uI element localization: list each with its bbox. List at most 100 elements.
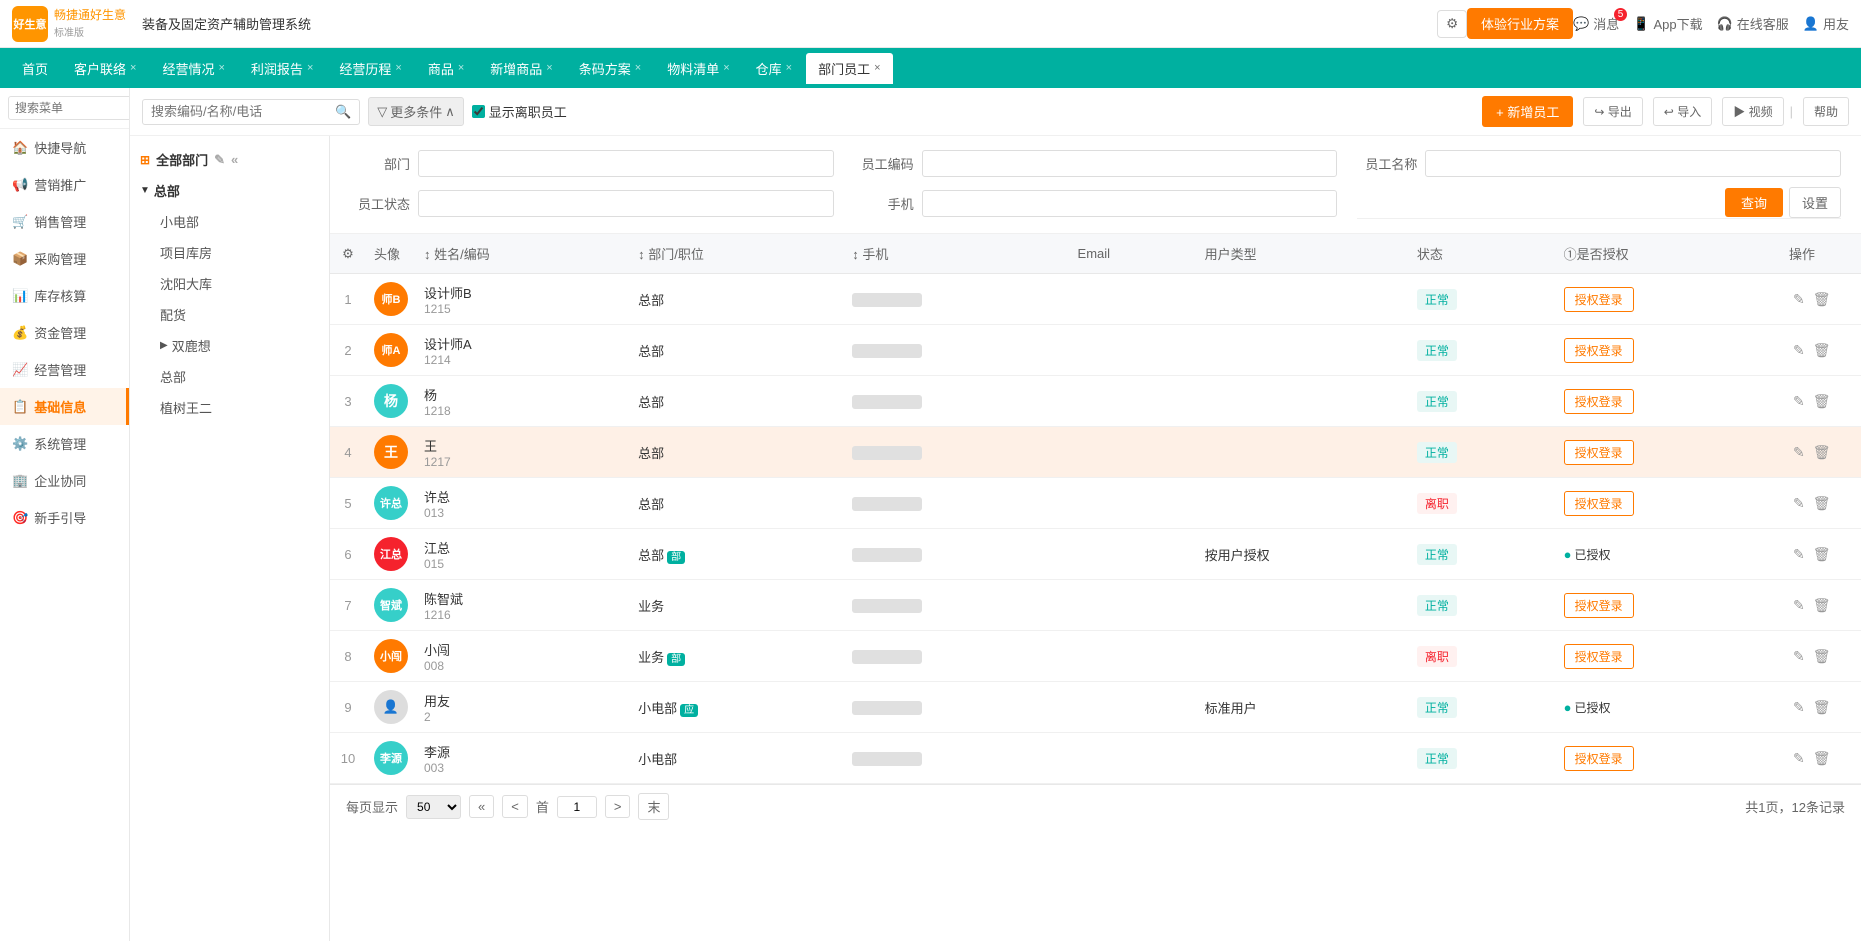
sidebar-item-marketing[interactable]: 📢 营销推广 [0,166,129,203]
user-action[interactable]: 👤 用友 [1803,14,1849,33]
sidebar-item-operations[interactable]: 📈 经营管理 [0,351,129,388]
gear-button[interactable]: ⚙ [1437,10,1467,38]
dept-group-root[interactable]: ▼ 总部 [130,175,329,206]
emp-name-input[interactable] [1425,150,1841,177]
tab-home[interactable]: 首页 [10,53,60,84]
view-button[interactable]: ▶ 视频 [1722,97,1783,126]
col-phone[interactable]: ↕ 手机 [844,234,1069,274]
sidebar-search-input[interactable] [8,96,130,120]
delete-button[interactable]: 🗑 [1809,544,1835,565]
close-icon[interactable]: × [635,62,641,74]
dept-item-peihuo[interactable]: 配货 [130,299,329,330]
delete-button[interactable]: 🗑 [1809,289,1835,310]
dept-item-zhishu[interactable]: 植树王二 [130,392,329,423]
help-button[interactable]: 帮助 [1803,97,1849,126]
tab-history[interactable]: 经营历程 × [327,53,413,84]
tab-goods[interactable]: 商品 × [416,53,476,84]
tab-new-goods[interactable]: 新增商品 × [478,53,564,84]
close-icon[interactable]: × [130,62,136,74]
col-name-code[interactable]: ↕ 姓名/编码 [416,234,630,274]
sidebar-item-finance[interactable]: 💰 资金管理 [0,314,129,351]
import-button[interactable]: ↩ 导入 [1653,97,1712,126]
edit-button[interactable]: ✎ [1789,748,1809,769]
sidebar-item-basic-info[interactable]: 📋 基础信息 [0,388,129,425]
close-icon[interactable]: × [546,62,552,74]
sidebar-item-purchase[interactable]: 📦 采购管理 [0,240,129,277]
edit-icon[interactable]: ✎ [214,152,225,168]
tab-profit[interactable]: 利润报告 × [239,53,325,84]
first-page-button[interactable]: « [469,795,494,818]
auth-login-button[interactable]: 授权登录 [1564,746,1634,771]
export-button[interactable]: ↪ 导出 [1583,97,1642,126]
delete-button[interactable]: 🗑 [1809,697,1835,718]
tab-business[interactable]: 经营情况 × [150,53,236,84]
sidebar-item-inventory[interactable]: 📊 库存核算 [0,277,129,314]
col-dept-pos[interactable]: ↕ 部门/职位 [630,234,844,274]
more-filter-button[interactable]: ▽ 更多条件 ∧ [368,97,464,126]
edit-button[interactable]: ✎ [1789,697,1809,718]
edit-button[interactable]: ✎ [1789,646,1809,667]
edit-button[interactable]: ✎ [1789,289,1809,310]
add-employee-button[interactable]: + 新增员工 [1482,96,1573,127]
auth-login-button[interactable]: 授权登录 [1564,593,1634,618]
edit-button[interactable]: ✎ [1789,340,1809,361]
close-icon[interactable]: × [786,62,792,74]
page-size-select[interactable]: 50 100 200 [406,795,461,819]
trial-button[interactable]: 体验行业方案 [1467,8,1573,39]
dept-item-project[interactable]: 项目库房 [130,237,329,268]
close-icon[interactable]: × [307,62,313,74]
delete-button[interactable]: 🗑 [1809,340,1835,361]
delete-button[interactable]: 🗑 [1809,646,1835,667]
sidebar-item-system[interactable]: ⚙️ 系统管理 [0,425,129,462]
dept-item-xiao-dian[interactable]: 小电部 [130,206,329,237]
dept-filter-select[interactable] [418,150,834,177]
sidebar-item-quick-nav[interactable]: 🏠 快捷导航 [0,129,129,166]
close-icon[interactable]: × [218,62,224,74]
dept-item-zongbu[interactable]: 总部 [130,361,329,392]
auth-login-button[interactable]: 授权登录 [1564,644,1634,669]
emp-code-input[interactable] [922,150,1338,177]
next-page-button[interactable]: > [605,795,631,818]
delete-button[interactable]: 🗑 [1809,391,1835,412]
tab-customer[interactable]: 客户联络 × [62,53,148,84]
delete-button[interactable]: 🗑 [1809,748,1835,769]
sidebar-item-corp[interactable]: 🏢 企业协同 [0,462,129,499]
edit-button[interactable]: ✎ [1789,544,1809,565]
online-service-action[interactable]: 🎧 在线客服 [1717,14,1789,33]
auth-login-button[interactable]: 授权登录 [1564,440,1634,465]
delete-button[interactable]: 🗑 [1809,442,1835,463]
auth-login-button[interactable]: 授权登录 [1564,338,1634,363]
search-input[interactable] [151,104,331,119]
edit-button[interactable]: ✎ [1789,442,1809,463]
edit-button[interactable]: ✎ [1789,391,1809,412]
query-button[interactable]: 查询 [1725,188,1783,217]
edit-button[interactable]: ✎ [1789,493,1809,514]
col-settings[interactable]: ⚙ [330,234,366,274]
auth-login-button[interactable]: 授权登录 [1564,287,1634,312]
emp-status-select[interactable] [418,190,834,217]
phone-input[interactable] [922,190,1338,217]
close-icon[interactable]: × [723,62,729,74]
sidebar-item-guide[interactable]: 🎯 新手引导 [0,499,129,536]
close-icon[interactable]: × [458,62,464,74]
dept-item-shuang[interactable]: ▶ 双鹿想 [130,330,329,361]
close-icon[interactable]: × [395,62,401,74]
prev-page-button[interactable]: < [502,795,528,818]
show-resigned-label[interactable]: 显示离职员工 [472,102,567,121]
tab-warehouse[interactable]: 仓库 × [744,53,804,84]
last-page-button[interactable]: 末 [638,793,669,820]
edit-button[interactable]: ✎ [1789,595,1809,616]
dept-item-shenyang[interactable]: 沈阳大库 [130,268,329,299]
app-download-action[interactable]: 📱 App下载 [1633,14,1702,33]
message-action[interactable]: 💬 消息 5 [1573,14,1619,33]
tab-dept-employee[interactable]: 部门员工 × [806,53,892,84]
delete-button[interactable]: 🗑 [1809,493,1835,514]
tab-barcode[interactable]: 条码方案 × [567,53,653,84]
close-icon[interactable]: × [874,62,880,74]
collapse-icon[interactable]: « [231,152,238,167]
show-resigned-checkbox[interactable] [472,105,485,118]
auth-login-button[interactable]: 授权登录 [1564,389,1634,414]
set-button[interactable]: 设置 [1789,187,1841,218]
delete-button[interactable]: 🗑 [1809,595,1835,616]
auth-login-button[interactable]: 授权登录 [1564,491,1634,516]
